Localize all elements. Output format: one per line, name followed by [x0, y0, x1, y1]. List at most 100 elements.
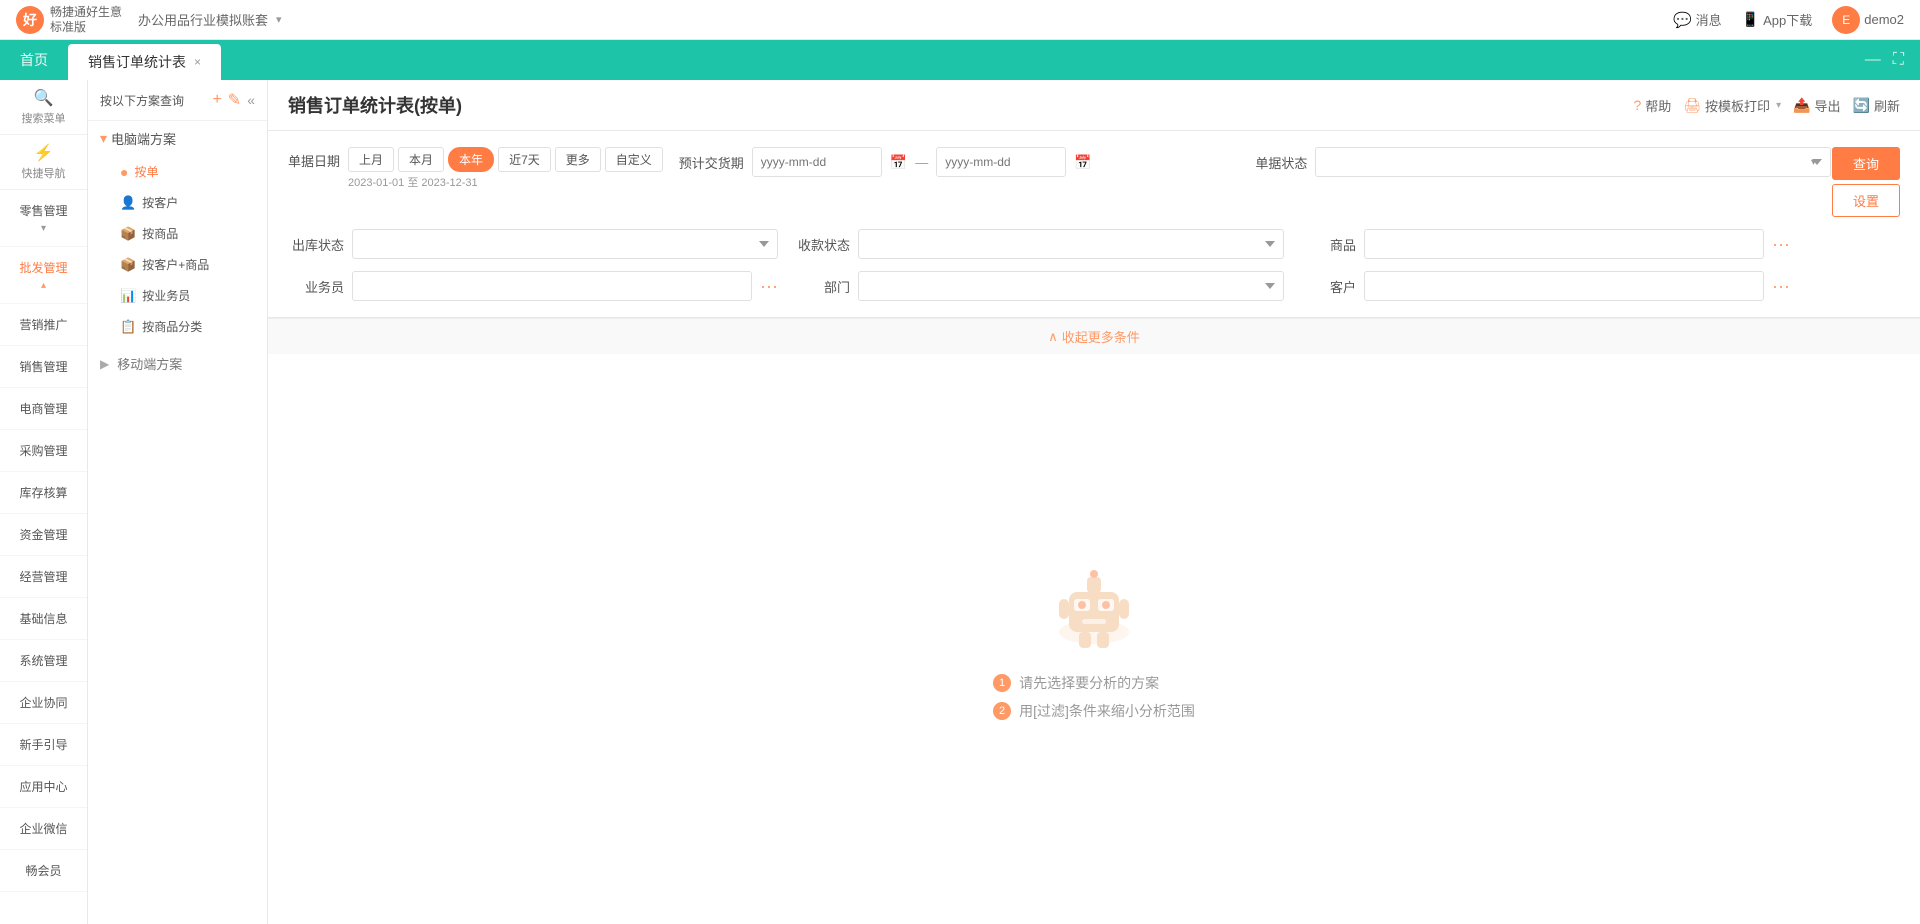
sales-dots-icon[interactable]: ··· — [760, 276, 778, 297]
tip-num-2: 2 — [993, 702, 1011, 720]
sidebar: 🔍 搜索菜单 ⚡ 快捷导航 零售管理 ▾ 批发管理 ▴ 营销推广 销售管理 电商… — [0, 80, 88, 924]
sidebar-item-marketing[interactable]: 营销推广 — [0, 304, 87, 346]
collect-status-block: 收款状态 — [794, 229, 1284, 259]
tree-node-by-sales[interactable]: 📊 按业务员 — [112, 280, 267, 311]
panel-collapse-icon[interactable]: « — [247, 92, 255, 108]
left-panel-actions: + ✎ « — [212, 90, 255, 110]
sidebar-item-operations[interactable]: 经营管理 — [0, 556, 87, 598]
goods-input[interactable] — [1364, 229, 1764, 259]
expected-date-start-input[interactable] — [752, 147, 882, 177]
date-btn-this-year[interactable]: 本年 — [448, 147, 494, 172]
collapse-icon: ∧ — [1048, 329, 1058, 345]
refresh-icon: 🔄 — [1853, 97, 1870, 114]
help-action[interactable]: ? 帮助 — [1633, 96, 1671, 115]
pc-section-header[interactable]: ▾ 电脑端方案 — [88, 121, 267, 156]
breadcrumb-dropdown[interactable]: ▾ — [276, 13, 282, 26]
customer-input[interactable] — [1364, 271, 1764, 301]
message-action[interactable]: 💬 消息 — [1673, 10, 1722, 29]
status-label: 单据状态 — [1255, 153, 1307, 172]
date-sep: — — [915, 155, 928, 170]
sales-label: 业务员 — [288, 277, 344, 296]
sidebar-search[interactable]: 🔍 搜索菜单 — [0, 80, 87, 135]
download-icon: 📱 — [1742, 11, 1759, 28]
collect-status-select[interactable] — [858, 229, 1284, 259]
date-btn-more[interactable]: 更多 — [555, 147, 601, 172]
sidebar-item-sales[interactable]: 销售管理 — [0, 346, 87, 388]
sidebar-item-ecommerce[interactable]: 电商管理 — [0, 388, 87, 430]
filter-row-2: 出库状态 收款状态 商品 ··· — [288, 229, 1900, 259]
empty-tips: 1 请先选择要分析的方案 2 用[过滤]条件来缩小分析范围 — [993, 673, 1195, 721]
maximize-icon[interactable]: ⛶ — [1893, 51, 1904, 69]
tab-sales-order-stats[interactable]: 销售订单统计表 × — [68, 44, 221, 80]
tab-close-icon[interactable]: × — [194, 55, 201, 69]
empty-tip-1: 1 请先选择要分析的方案 — [993, 673, 1195, 693]
user-area[interactable]: E demo2 — [1832, 6, 1904, 34]
sidebar-item-inventory[interactable]: 库存核算 — [0, 472, 87, 514]
mobile-section-header[interactable]: ▶ 移动端方案 — [88, 346, 267, 381]
goods-dots-icon[interactable]: ··· — [1772, 234, 1790, 255]
export-action[interactable]: 📤 导出 — [1793, 96, 1840, 115]
refresh-action[interactable]: 🔄 刷新 — [1853, 96, 1900, 115]
app-download-action[interactable]: 📱 App下载 — [1742, 10, 1813, 29]
expected-date-end-input[interactable] — [936, 147, 1066, 177]
query-button[interactable]: 查询 — [1832, 147, 1900, 180]
date-btn-this-month[interactable]: 本月 — [398, 147, 444, 172]
dept-select[interactable] — [858, 271, 1284, 301]
status-select[interactable] — [1315, 147, 1831, 177]
filter-row-3: 业务员 ··· 部门 客户 ··· — [288, 271, 1900, 301]
status-block: 单据状态 ▾ — [1255, 147, 1816, 177]
template-print-action[interactable]: 🖨 按模板打印 ▾ — [1683, 96, 1781, 115]
calendar-icon-end[interactable]: 📅 — [1074, 154, 1091, 171]
sidebar-item-system[interactable]: 系统管理 — [0, 640, 87, 682]
sidebar-item-enterprise[interactable]: 企业协同 — [0, 682, 87, 724]
date-range-text: 2023-01-01 至 2023-12-31 — [348, 174, 663, 190]
minimize-icon[interactable]: — — [1865, 51, 1881, 69]
chevron-down-icon: ▾ — [100, 130, 107, 147]
sidebar-item-wechat[interactable]: 企业微信 — [0, 808, 87, 850]
tree-node-by-order[interactable]: ● 按单 — [112, 156, 267, 187]
collapse-bar[interactable]: ∧ 收起更多条件 — [268, 318, 1920, 354]
sidebar-item-basic[interactable]: 基础信息 — [0, 598, 87, 640]
tree-node-by-goods[interactable]: 📦 按商品 — [112, 218, 267, 249]
sidebar-wholesale-arrow: ▴ — [41, 280, 46, 291]
date-btn-custom[interactable]: 自定义 — [605, 147, 663, 172]
by-category-icon: 📋 — [120, 319, 136, 335]
date-btn-last-month[interactable]: 上月 — [348, 147, 394, 172]
sidebar-item-finance[interactable]: 资金管理 — [0, 514, 87, 556]
sidebar-item-appstore[interactable]: 应用中心 — [0, 766, 87, 808]
sidebar-wholesale-label: 批发管理 — [19, 259, 67, 276]
settings-button[interactable]: 设置 — [1832, 184, 1900, 217]
top-bar-left: 好 畅捷通好生意 标准版 办公用品行业模拟账套 ▾ — [16, 5, 282, 34]
tip-num-1: 1 — [993, 674, 1011, 692]
sidebar-item-wholesale[interactable]: 批发管理 ▴ — [0, 247, 87, 304]
tree-node-by-customer-goods[interactable]: 📦 按客户+商品 — [112, 249, 267, 280]
panel-edit-icon[interactable]: ✎ — [228, 90, 241, 110]
sidebar-quick-nav[interactable]: ⚡ 快捷导航 — [0, 135, 87, 190]
customer-dots-icon[interactable]: ··· — [1772, 276, 1790, 297]
date-btn-7days[interactable]: 近7天 — [498, 147, 551, 172]
panel-add-icon[interactable]: + — [212, 91, 221, 109]
sales-block: 业务员 ··· — [288, 271, 778, 301]
sidebar-item-member[interactable]: 畅会员 — [0, 850, 87, 892]
calendar-icon-start[interactable]: 📅 — [890, 154, 907, 171]
logo-area: 好 畅捷通好生意 标准版 — [16, 5, 122, 34]
print-icon: 🖨 — [1683, 97, 1701, 114]
pc-section: ▾ 电脑端方案 ● 按单 👤 按客户 📦 按商品 📦 按客户+商 — [88, 121, 267, 342]
nav-tabs: 首页 销售订单统计表 × — ⛶ — [0, 40, 1920, 80]
tree-node-by-category[interactable]: 📋 按商品分类 — [112, 311, 267, 342]
logo-icon: 好 — [16, 6, 44, 34]
goods-block: 商品 ··· — [1300, 229, 1790, 259]
out-status-select[interactable] — [352, 229, 778, 259]
avatar: E — [1832, 6, 1860, 34]
sidebar-item-retail[interactable]: 零售管理 ▾ — [0, 190, 87, 247]
empty-state: 1 请先选择要分析的方案 2 用[过滤]条件来缩小分析范围 — [268, 354, 1920, 924]
print-dropdown-icon[interactable]: ▾ — [1776, 100, 1781, 111]
customer-block: 客户 ··· — [1300, 271, 1790, 301]
sales-input[interactable] — [352, 271, 752, 301]
expected-date-block: 预计交货期 📅 — 📅 — [679, 147, 1240, 177]
query-buttons: 查询 设置 — [1832, 147, 1900, 217]
sidebar-item-newuser[interactable]: 新手引导 — [0, 724, 87, 766]
tree-node-by-customer[interactable]: 👤 按客户 — [112, 187, 267, 218]
sidebar-item-purchase[interactable]: 采购管理 — [0, 430, 87, 472]
tab-home[interactable]: 首页 — [0, 40, 68, 80]
